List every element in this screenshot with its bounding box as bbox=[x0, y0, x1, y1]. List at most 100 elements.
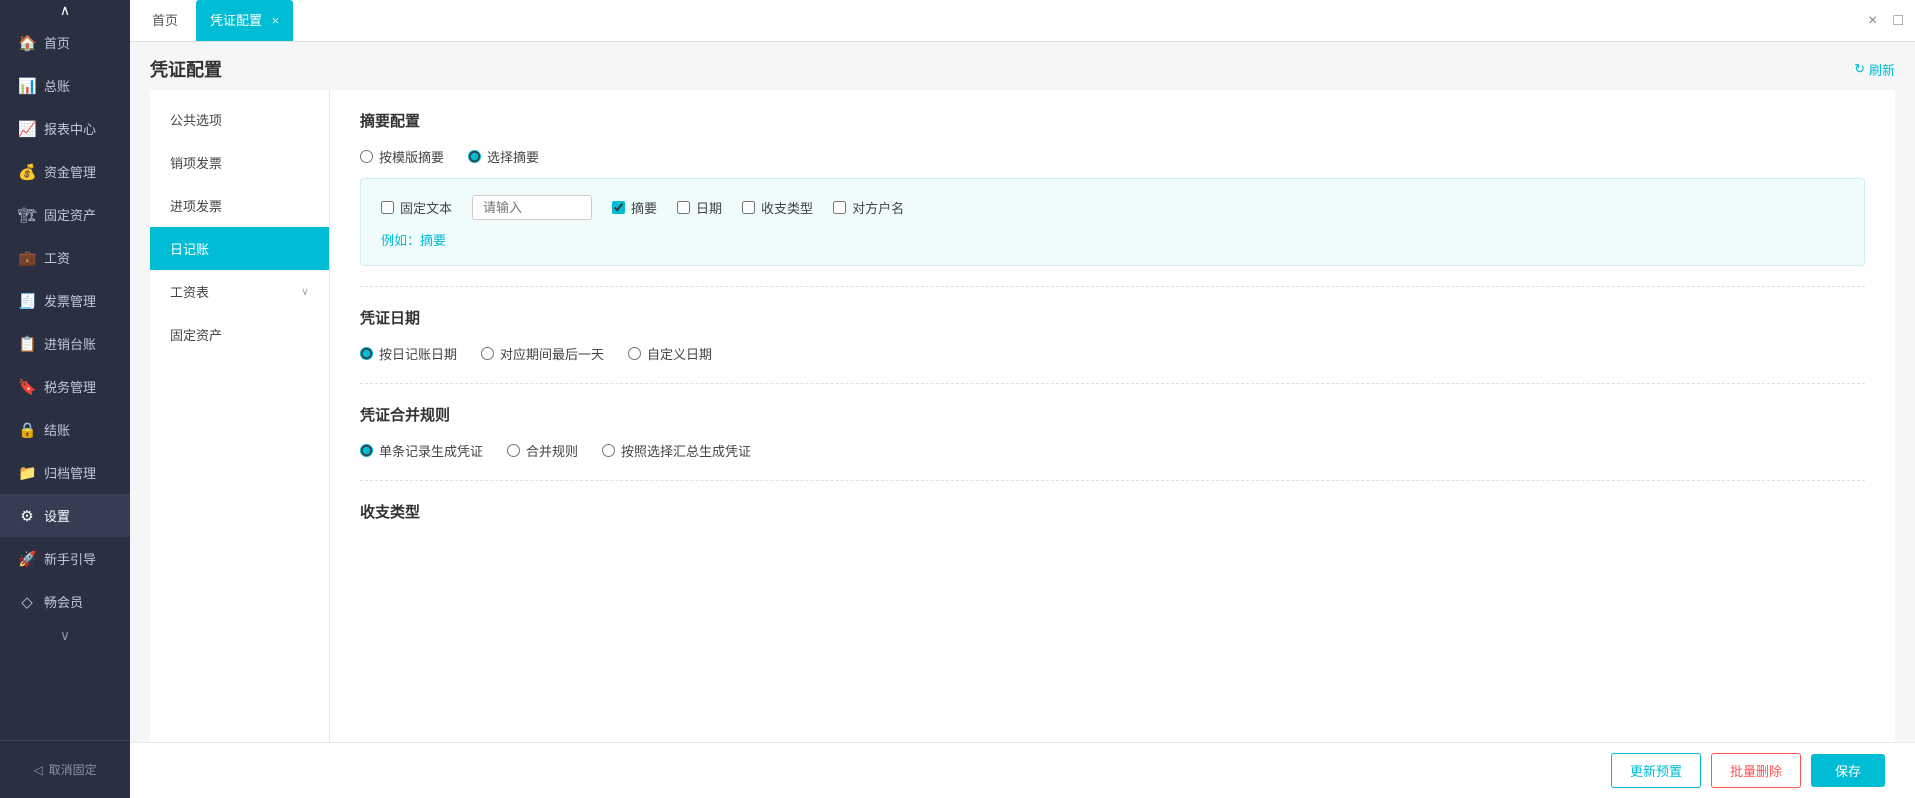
checkbox-counterparty-label: 对方户名 bbox=[852, 198, 904, 217]
sidebar-item-ledger[interactable]: 📊 总账 bbox=[0, 64, 130, 107]
right-content: 摘要配置 按模版摘要 选择摘要 bbox=[330, 90, 1895, 798]
date-radio-custom[interactable]: 自定义日期 bbox=[628, 344, 712, 363]
income-type-section: 收支类型 bbox=[360, 501, 1865, 558]
settings-icon: ⚙ bbox=[18, 507, 36, 525]
update-preview-button[interactable]: 更新预置 bbox=[1611, 753, 1701, 788]
sidebar-item-member[interactable]: ◇ 畅会员 bbox=[0, 580, 130, 623]
summary-radio-group: 按模版摘要 选择摘要 bbox=[360, 147, 1865, 166]
date-radio-custom-input[interactable] bbox=[628, 347, 641, 360]
sidebar-item-label: 结账 bbox=[44, 420, 70, 439]
checkbox-date[interactable]: 日期 bbox=[677, 198, 722, 217]
sidebar-item-trade[interactable]: 📋 进销台账 bbox=[0, 322, 130, 365]
sidebar-item-funds[interactable]: 💰 资金管理 bbox=[0, 150, 130, 193]
merge-radio-merge-input[interactable] bbox=[507, 444, 520, 457]
sidebar-item-settings[interactable]: ⚙ 设置 bbox=[0, 494, 130, 537]
checkbox-income-type-input[interactable] bbox=[742, 201, 755, 214]
ledger-icon: 📊 bbox=[18, 77, 36, 95]
left-nav-item-sales-invoice[interactable]: 销项发票 bbox=[150, 141, 329, 184]
batch-delete-button[interactable]: 批量删除 bbox=[1711, 753, 1801, 788]
checkbox-summary[interactable]: 摘要 bbox=[612, 198, 657, 217]
sidebar-bottom: ◁ 取消固定 bbox=[0, 740, 130, 798]
sidebar-item-tax[interactable]: 🔖 税务管理 bbox=[0, 365, 130, 408]
summary-radio-template-input[interactable] bbox=[360, 150, 373, 163]
sidebar-item-label: 归档管理 bbox=[44, 463, 96, 482]
refresh-button[interactable]: ↻ 刷新 bbox=[1854, 60, 1895, 79]
save-button[interactable]: 保存 bbox=[1811, 754, 1885, 787]
member-icon: ◇ bbox=[18, 593, 36, 611]
merge-rules-section: 凭证合并规则 单条记录生成凭证 合并规则 按照选择汇总生成凭证 bbox=[360, 404, 1865, 481]
checkbox-income-type[interactable]: 收支类型 bbox=[742, 198, 813, 217]
sidebar-item-closing[interactable]: 🔒 结账 bbox=[0, 408, 130, 451]
payroll-icon: 💼 bbox=[18, 249, 36, 267]
checkbox-fixed-text-label: 固定文本 bbox=[400, 198, 452, 217]
date-radio-last-day-input[interactable] bbox=[481, 347, 494, 360]
voucher-date-radio-group: 按日记账日期 对应期间最后一天 自定义日期 bbox=[360, 344, 1865, 363]
bottom-bar: 更新预置 批量删除 保存 bbox=[130, 742, 1915, 798]
merge-radio-single[interactable]: 单条记录生成凭证 bbox=[360, 441, 483, 460]
merge-radio-select-summary-input[interactable] bbox=[602, 444, 615, 457]
checkbox-counterparty-input[interactable] bbox=[833, 201, 846, 214]
tab-close-icon[interactable]: × bbox=[272, 13, 280, 28]
checkbox-counterparty[interactable]: 对方户名 bbox=[833, 198, 904, 217]
sidebar-scroll: ∧ 🏠 首页 📊 总账 📈 报表中心 💰 资金管理 🏗 固定资产 💼 工资 🧾 bbox=[0, 0, 130, 740]
left-nav: 公共选项 销项发票 进项发票 日记账 工资表 ∨ 固定资产 bbox=[150, 90, 330, 798]
summary-checkboxes-row: 固定文本 摘要 日期 bbox=[381, 195, 1844, 220]
summary-radio-select-label: 选择摘要 bbox=[487, 147, 539, 166]
sidebar-item-guide[interactable]: 🚀 新手引导 bbox=[0, 537, 130, 580]
summary-radio-select[interactable]: 选择摘要 bbox=[468, 147, 539, 166]
sidebar: ∧ 🏠 首页 📊 总账 📈 报表中心 💰 资金管理 🏗 固定资产 💼 工资 🧾 bbox=[0, 0, 130, 798]
sidebar-item-assets[interactable]: 🏗 固定资产 bbox=[0, 193, 130, 236]
refresh-label: 刷新 bbox=[1869, 60, 1895, 79]
checkbox-date-label: 日期 bbox=[696, 198, 722, 217]
left-nav-item-payroll-table[interactable]: 工资表 ∨ bbox=[150, 270, 329, 313]
fixed-text-input[interactable] bbox=[472, 195, 592, 220]
sidebar-item-label: 税务管理 bbox=[44, 377, 96, 396]
sidebar-item-label: 固定资产 bbox=[44, 205, 96, 224]
closing-icon: 🔒 bbox=[18, 421, 36, 439]
sidebar-item-label: 发票管理 bbox=[44, 291, 96, 310]
sidebar-item-home[interactable]: 🏠 首页 bbox=[0, 21, 130, 64]
trade-icon: 📋 bbox=[18, 335, 36, 353]
sidebar-item-label: 畅会员 bbox=[44, 592, 83, 611]
tab-voucher[interactable]: 凭证配置 × bbox=[196, 0, 293, 41]
left-nav-item-fixed-assets[interactable]: 固定资产 bbox=[150, 313, 329, 356]
checkbox-summary-input[interactable] bbox=[612, 201, 625, 214]
tab-home[interactable]: 首页 bbox=[138, 0, 192, 41]
window-maximize-button[interactable]: □ bbox=[1889, 8, 1907, 34]
summary-radio-select-input[interactable] bbox=[468, 150, 481, 163]
left-nav-item-diary[interactable]: 日记账 bbox=[150, 227, 329, 270]
summary-config-title: 摘要配置 bbox=[360, 110, 1865, 131]
chevron-up-icon: ∧ bbox=[60, 2, 70, 19]
summary-radio-template[interactable]: 按模版摘要 bbox=[360, 147, 444, 166]
date-radio-diary[interactable]: 按日记账日期 bbox=[360, 344, 457, 363]
left-nav-label: 进项发票 bbox=[170, 196, 222, 215]
sidebar-item-archive[interactable]: 📁 归档管理 bbox=[0, 451, 130, 494]
window-close-button[interactable]: × bbox=[1864, 8, 1881, 34]
summary-config-box: 固定文本 摘要 日期 bbox=[360, 178, 1865, 266]
date-radio-diary-input[interactable] bbox=[360, 347, 373, 360]
merge-radio-single-input[interactable] bbox=[360, 444, 373, 457]
checkbox-fixed-text[interactable]: 固定文本 bbox=[381, 198, 452, 217]
sidebar-item-label: 首页 bbox=[44, 33, 70, 52]
unpin-label: 取消固定 bbox=[49, 761, 97, 778]
left-nav-item-purchase-invoice[interactable]: 进项发票 bbox=[150, 184, 329, 227]
unpin-button[interactable]: ◁ 取消固定 bbox=[0, 751, 130, 788]
sidebar-item-payroll[interactable]: 💼 工资 bbox=[0, 236, 130, 279]
merge-radio-merge[interactable]: 合并规则 bbox=[507, 441, 578, 460]
checkbox-date-input[interactable] bbox=[677, 201, 690, 214]
left-nav-item-public[interactable]: 公共选项 bbox=[150, 98, 329, 141]
chevron-down-icon: ∨ bbox=[60, 627, 70, 644]
sidebar-item-reports[interactable]: 📈 报表中心 bbox=[0, 107, 130, 150]
left-nav-label: 日记账 bbox=[170, 239, 209, 258]
merge-radio-select-summary[interactable]: 按照选择汇总生成凭证 bbox=[602, 441, 751, 460]
sidebar-item-label: 设置 bbox=[44, 506, 70, 525]
checkbox-fixed-text-input[interactable] bbox=[381, 201, 394, 214]
date-radio-diary-label: 按日记账日期 bbox=[379, 344, 457, 363]
sidebar-item-label: 新手引导 bbox=[44, 549, 96, 568]
date-radio-last-day[interactable]: 对应期间最后一天 bbox=[481, 344, 604, 363]
sidebar-scroll-up[interactable]: ∧ bbox=[0, 0, 130, 21]
voucher-date-section: 凭证日期 按日记账日期 对应期间最后一天 自定义日期 bbox=[360, 307, 1865, 384]
sidebar-scroll-down[interactable]: ∨ bbox=[0, 623, 130, 648]
page-title: 凭证配置 bbox=[150, 56, 222, 82]
sidebar-item-invoice[interactable]: 🧾 发票管理 bbox=[0, 279, 130, 322]
